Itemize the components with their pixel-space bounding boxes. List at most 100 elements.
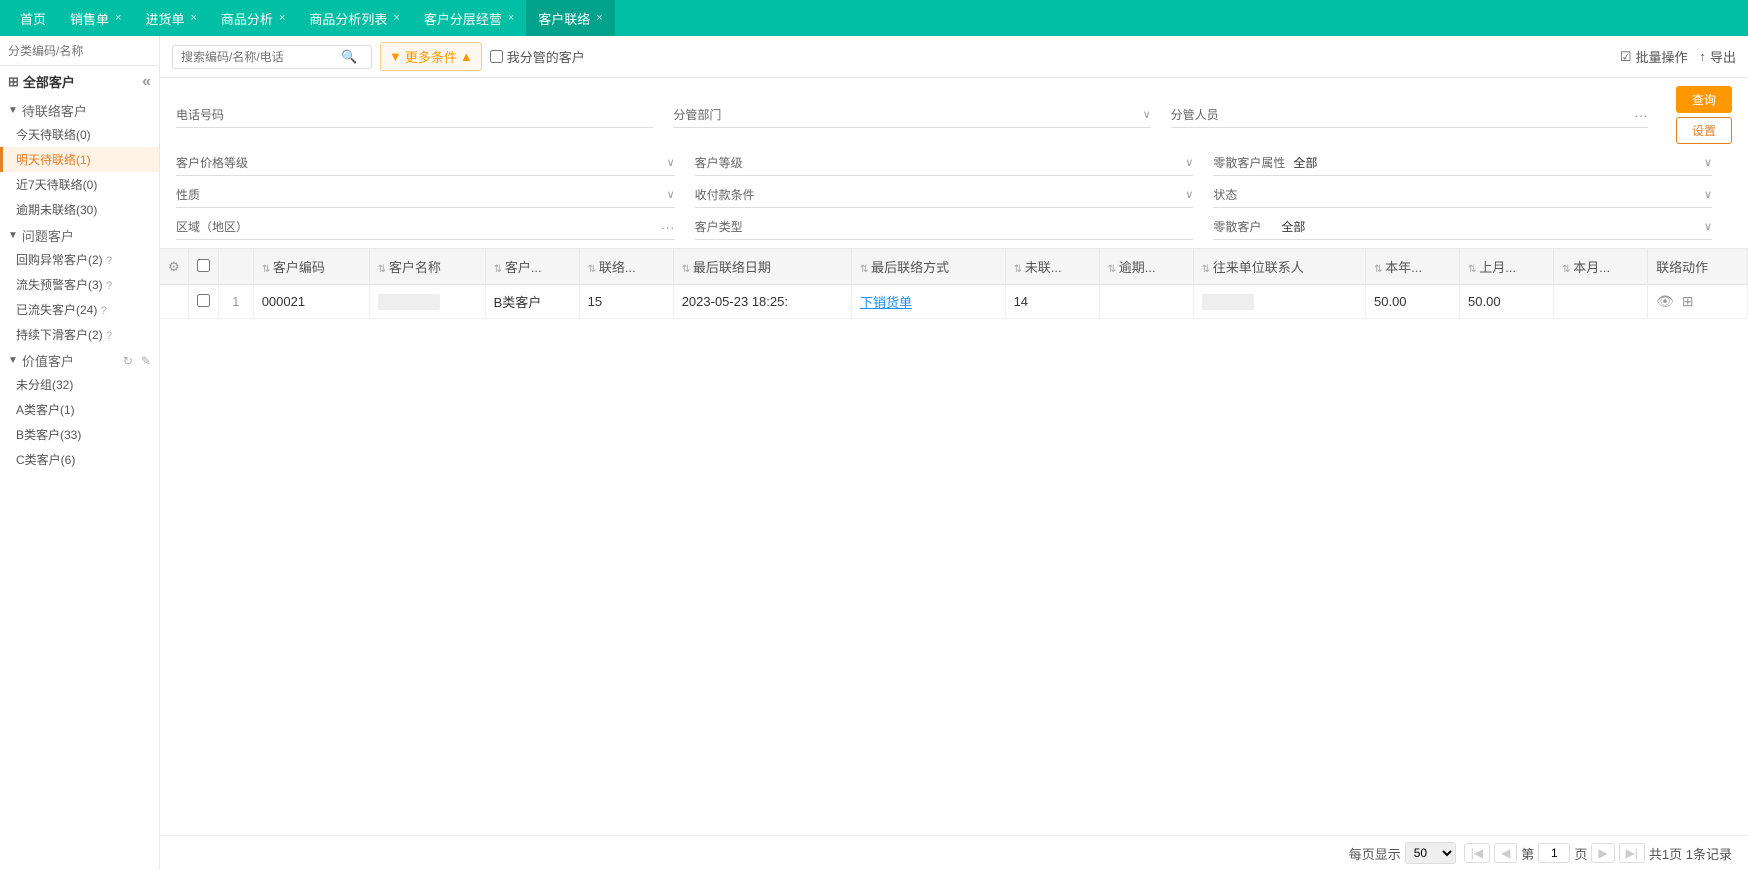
action-icons-wrap: 👁 ⊞ bbox=[1656, 293, 1739, 310]
region-dots-icon[interactable]: ··· bbox=[661, 219, 675, 235]
all-customers-label: 全部客户 bbox=[23, 72, 75, 91]
refresh-icon[interactable]: ↻ bbox=[123, 354, 133, 368]
price-level-label: 客户价格等级 bbox=[176, 154, 248, 171]
content-area: 🔍 ▼ 更多条件 ▲ 我分管的客户 ☑ 批量操作 ↑ 导出 bbox=[160, 36, 1748, 870]
all-customers-header[interactable]: ⊞ 全部客户 « bbox=[0, 66, 159, 97]
price-level-dropdown-icon[interactable]: ∨ bbox=[667, 156, 675, 169]
nature-field: 性质 ∨ bbox=[176, 182, 675, 208]
row-last-date: 2023-05-23 18:25: bbox=[673, 285, 851, 319]
nav-purchase[interactable]: 进货单 × bbox=[133, 0, 208, 36]
row-last-month: 50.00 bbox=[1460, 285, 1554, 319]
row-code: 000021 bbox=[253, 285, 369, 319]
col-checkbox bbox=[188, 249, 218, 285]
next-page-button[interactable]: ▶ bbox=[1591, 843, 1614, 863]
last-method-link[interactable]: 下销货单 bbox=[860, 295, 912, 310]
top-navigation: 首页 销售单 × 进货单 × 商品分析 × 商品分析列表 × 客户分层经营 × … bbox=[0, 0, 1748, 36]
select-all-checkbox[interactable] bbox=[197, 259, 210, 272]
manager-dots-icon[interactable]: ··· bbox=[1634, 107, 1648, 123]
row-unit-contact: ··· bbox=[1193, 285, 1365, 319]
sidebar-item-today-pending[interactable]: 今天待联络(0) bbox=[0, 122, 159, 147]
my-customers-checkbox[interactable] bbox=[490, 50, 503, 63]
sidebar-search-area: 🔍 bbox=[0, 36, 159, 66]
collapse-icon[interactable]: « bbox=[142, 73, 151, 91]
search-input[interactable] bbox=[181, 50, 341, 64]
search-icon-main[interactable]: 🔍 bbox=[341, 49, 357, 65]
filter-actions: 查询 设置 bbox=[1676, 86, 1732, 144]
col-type[interactable]: 客户... bbox=[485, 249, 579, 285]
col-this-year[interactable]: 本年... bbox=[1366, 249, 1460, 285]
sidebar-item-repurchase-anomaly[interactable]: 回购异常客户(2) ? bbox=[0, 247, 159, 272]
customer-level-dropdown-icon[interactable]: ∨ bbox=[1185, 156, 1193, 169]
dept-field: 分管部门 ∨ bbox=[673, 102, 1150, 128]
col-row-num bbox=[218, 249, 253, 285]
customer-level-label: 客户等级 bbox=[695, 154, 755, 171]
info-icon2: ? bbox=[106, 280, 112, 292]
sidebar-item-overdue[interactable]: 逾期未联络(30) bbox=[0, 197, 159, 222]
col-this-month[interactable]: 本月... bbox=[1554, 249, 1648, 285]
table-row: 1 000021 Ea B类客户 15 2023-05-23 18:25: 下销… bbox=[160, 285, 1748, 319]
col-last-method[interactable]: 最后联络方式 bbox=[851, 249, 1005, 285]
close-purchase-icon[interactable]: × bbox=[190, 12, 196, 24]
region-field: 区域（地区） ··· bbox=[176, 214, 675, 240]
query-button[interactable]: 查询 bbox=[1676, 86, 1732, 113]
first-page-button[interactable]: |◀ bbox=[1464, 843, 1490, 863]
col-overdue[interactable]: 逾期... bbox=[1099, 249, 1193, 285]
prev-page-button[interactable]: ◀ bbox=[1494, 843, 1517, 863]
nav-customer-tiering[interactable]: 客户分层经营 × bbox=[412, 0, 526, 36]
page-number-input[interactable] bbox=[1538, 843, 1570, 863]
retail-attr-label: 零散客户属性 bbox=[1213, 154, 1285, 171]
sidebar-item-tomorrow-pending[interactable]: 明天待联络(1) bbox=[0, 147, 159, 172]
row-checkbox[interactable] bbox=[197, 294, 210, 307]
col-last-month[interactable]: 上月... bbox=[1460, 249, 1554, 285]
eye-icon[interactable]: 👁 bbox=[1656, 293, 1674, 310]
col-unit-contact[interactable]: 往来单位联系人 bbox=[1193, 249, 1365, 285]
retail-customer-dropdown-icon[interactable]: ∨ bbox=[1704, 220, 1712, 233]
page-size-select: 每页显示 50 100 200 bbox=[1349, 842, 1456, 864]
settings-button[interactable]: 设置 bbox=[1676, 117, 1732, 144]
col-name[interactable]: 客户名称 bbox=[369, 249, 485, 285]
dept-dropdown-icon[interactable]: ∨ bbox=[1143, 108, 1151, 121]
edit-icon[interactable]: ✎ bbox=[141, 354, 151, 368]
sidebar-search-input[interactable] bbox=[8, 44, 160, 58]
col-not-linked[interactable]: 未联... bbox=[1005, 249, 1099, 285]
sidebar-item-week-pending[interactable]: 近7天待联络(0) bbox=[0, 172, 159, 197]
payment-field: 收付款条件 ∨ bbox=[695, 182, 1194, 208]
col-code[interactable]: 客户编码 bbox=[253, 249, 369, 285]
export-button[interactable]: ↑ 导出 bbox=[1699, 47, 1736, 66]
sidebar-item-class-a[interactable]: A类客户(1) bbox=[0, 397, 159, 422]
sidebar-item-declining[interactable]: 持续下滑客户(2) ? bbox=[0, 322, 159, 347]
filter-panel: 电话号码 分管部门 ∨ 分管人员 ··· 查询 设置 bbox=[160, 78, 1748, 249]
status-dropdown-icon[interactable]: ∨ bbox=[1704, 188, 1712, 201]
retail-customer-label: 零散客户 bbox=[1213, 218, 1273, 235]
status-label: 状态 bbox=[1213, 186, 1273, 203]
batch-op-button[interactable]: ☑ 批量操作 bbox=[1620, 47, 1688, 66]
sidebar-item-churned[interactable]: 已流失客户(24) ? bbox=[0, 297, 159, 322]
nav-sales[interactable]: 销售单 × bbox=[58, 0, 133, 36]
export-icon: ↑ bbox=[1699, 49, 1706, 64]
col-contact[interactable]: 联络... bbox=[579, 249, 673, 285]
sidebar-item-ungrouped[interactable]: 未分组(32) bbox=[0, 372, 159, 397]
nav-product-analysis-list[interactable]: 商品分析列表 × bbox=[297, 0, 411, 36]
col-last-date[interactable]: 最后联络日期 bbox=[673, 249, 851, 285]
nav-home[interactable]: 首页 bbox=[8, 0, 58, 36]
close-product-analysis-icon[interactable]: × bbox=[279, 12, 285, 24]
grid-action-icon[interactable]: ⊞ bbox=[1682, 293, 1694, 310]
retail-attr-dropdown-icon[interactable]: ∨ bbox=[1704, 156, 1712, 169]
payment-dropdown-icon[interactable]: ∨ bbox=[1185, 188, 1193, 201]
per-page-dropdown[interactable]: 50 100 200 bbox=[1405, 842, 1456, 864]
sidebar-item-class-c[interactable]: C类客户(6) bbox=[0, 447, 159, 472]
close-customer-contact-icon[interactable]: × bbox=[596, 12, 602, 24]
sidebar-item-class-b[interactable]: B类客户(33) bbox=[0, 422, 159, 447]
retail-attr-value: 全部 bbox=[1293, 154, 1700, 171]
nav-product-analysis[interactable]: 商品分析 × bbox=[209, 0, 297, 36]
col-settings[interactable]: ⚙ bbox=[160, 249, 188, 285]
search-input-wrap: 🔍 bbox=[172, 45, 372, 69]
more-filter-button[interactable]: ▼ 更多条件 ▲ bbox=[380, 42, 482, 71]
nav-customer-contact[interactable]: 客户联络 × bbox=[526, 0, 614, 36]
close-product-analysis-list-icon[interactable]: × bbox=[393, 12, 399, 24]
nature-dropdown-icon[interactable]: ∨ bbox=[667, 188, 675, 201]
sidebar-item-churn-warning[interactable]: 流失预警客户(3) ? bbox=[0, 272, 159, 297]
last-page-button[interactable]: ▶| bbox=[1619, 843, 1645, 863]
close-sales-icon[interactable]: × bbox=[115, 12, 121, 24]
close-customer-tiering-icon[interactable]: × bbox=[508, 12, 514, 24]
